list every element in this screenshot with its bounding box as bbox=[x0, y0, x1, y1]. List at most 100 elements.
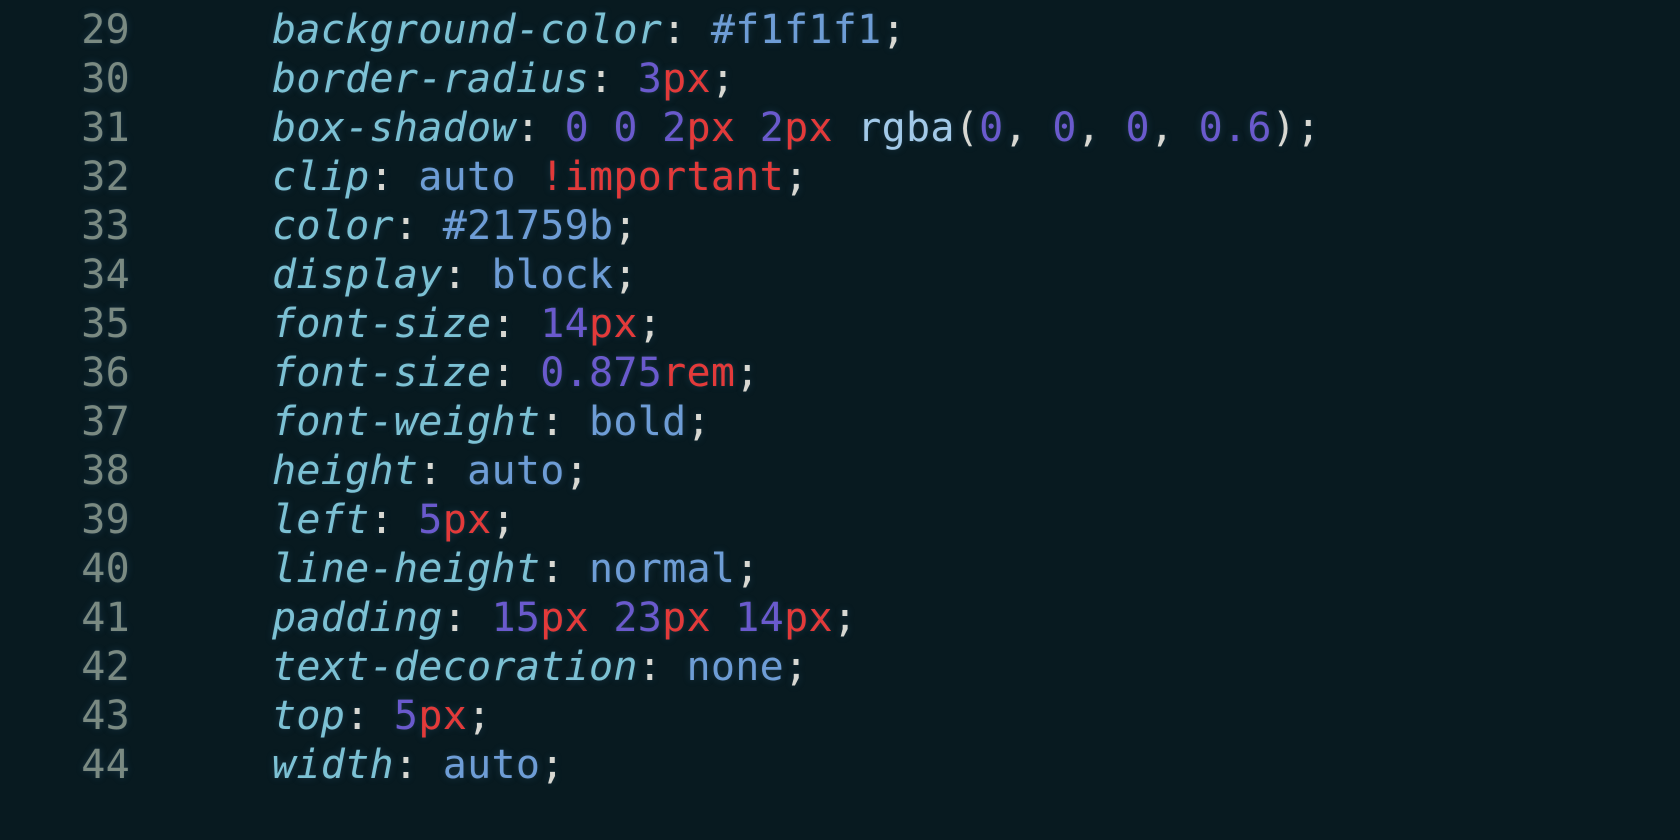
code-content[interactable]: display: block; bbox=[160, 251, 638, 300]
code-line[interactable]: 36font-size: 0.875rem; bbox=[0, 349, 1680, 398]
code-content[interactable]: text-decoration: none; bbox=[160, 643, 808, 692]
code-content[interactable]: padding: 15px 23px 14px; bbox=[160, 594, 857, 643]
token-num: 0.875 bbox=[540, 350, 662, 396]
token-prop: top bbox=[272, 693, 345, 739]
line-number: 38 bbox=[0, 447, 160, 496]
token-prop: color bbox=[272, 203, 394, 249]
line-number: 44 bbox=[0, 741, 160, 790]
code-line[interactable]: 32clip: auto !important; bbox=[0, 153, 1680, 202]
token-colon: : bbox=[370, 154, 419, 200]
code-line[interactable]: 29background-color: #f1f1f1; bbox=[0, 6, 1680, 55]
token-prop: display bbox=[272, 252, 443, 298]
code-line[interactable]: 33color: #21759b; bbox=[0, 202, 1680, 251]
code-line[interactable]: 34display: block; bbox=[0, 251, 1680, 300]
token-val: auto bbox=[467, 448, 565, 494]
token-unit: px bbox=[662, 595, 711, 641]
code-content[interactable]: width: auto; bbox=[160, 741, 565, 790]
code-content[interactable]: color: #21759b; bbox=[160, 202, 638, 251]
line-number: 40 bbox=[0, 545, 160, 594]
token-prop: text-decoration bbox=[272, 644, 638, 690]
code-content[interactable]: clip: auto !important; bbox=[160, 153, 808, 202]
token-func: rgba bbox=[857, 105, 955, 151]
token-prop: width bbox=[272, 742, 394, 788]
token-semi: ; bbox=[565, 448, 589, 494]
token-num: 5 bbox=[394, 693, 418, 739]
token-semi: ; bbox=[1296, 105, 1320, 151]
token-unit: px bbox=[662, 56, 711, 102]
line-number: 35 bbox=[0, 300, 160, 349]
code-content[interactable]: border-radius: 3px; bbox=[160, 55, 735, 104]
token-punc bbox=[589, 595, 613, 641]
code-editor[interactable]: 29background-color: #f1f1f1;30border-rad… bbox=[0, 0, 1680, 790]
code-line[interactable]: 44width: auto; bbox=[0, 741, 1680, 790]
code-content[interactable]: height: auto; bbox=[160, 447, 589, 496]
code-line[interactable]: 38height: auto; bbox=[0, 447, 1680, 496]
token-num: 23 bbox=[613, 595, 662, 641]
code-line[interactable]: 43top: 5px; bbox=[0, 692, 1680, 741]
token-colon: : bbox=[394, 203, 443, 249]
token-val: #f1f1f1 bbox=[711, 7, 882, 53]
token-num: 14 bbox=[540, 301, 589, 347]
token-punc bbox=[735, 105, 759, 151]
token-semi: ; bbox=[784, 644, 808, 690]
code-line[interactable]: 31box-shadow: 0 0 2px 2px rgba(0, 0, 0, … bbox=[0, 104, 1680, 153]
line-number: 29 bbox=[0, 6, 160, 55]
token-colon: : bbox=[638, 644, 687, 690]
token-punc: , bbox=[1004, 105, 1053, 151]
code-line[interactable]: 30border-radius: 3px; bbox=[0, 55, 1680, 104]
token-punc: ( bbox=[955, 105, 979, 151]
token-num: 15 bbox=[491, 595, 540, 641]
token-colon: : bbox=[394, 742, 443, 788]
token-punc bbox=[833, 105, 857, 151]
token-punc bbox=[589, 105, 613, 151]
code-line[interactable]: 40line-height: normal; bbox=[0, 545, 1680, 594]
token-prop: font-size bbox=[272, 301, 491, 347]
token-semi: ; bbox=[735, 546, 759, 592]
token-semi: ; bbox=[540, 742, 564, 788]
token-prop: font-size bbox=[272, 350, 491, 396]
code-content[interactable]: font-size: 14px; bbox=[160, 300, 662, 349]
token-val: auto bbox=[443, 742, 541, 788]
token-num: 0 bbox=[565, 105, 589, 151]
code-content[interactable]: top: 5px; bbox=[160, 692, 491, 741]
token-num: 2 bbox=[760, 105, 784, 151]
code-content[interactable]: font-weight: bold; bbox=[160, 398, 711, 447]
code-content[interactable]: box-shadow: 0 0 2px 2px rgba(0, 0, 0, 0.… bbox=[160, 104, 1321, 153]
token-num: 0 bbox=[613, 105, 637, 151]
token-punc bbox=[638, 105, 662, 151]
token-unit: px bbox=[418, 693, 467, 739]
code-line[interactable]: 42text-decoration: none; bbox=[0, 643, 1680, 692]
token-colon: : bbox=[443, 252, 492, 298]
code-content[interactable]: line-height: normal; bbox=[160, 545, 760, 594]
token-unit: rem bbox=[662, 350, 735, 396]
token-prop: padding bbox=[272, 595, 443, 641]
line-number: 43 bbox=[0, 692, 160, 741]
line-number: 36 bbox=[0, 349, 160, 398]
token-num: 5 bbox=[418, 497, 442, 543]
code-line[interactable]: 35font-size: 14px; bbox=[0, 300, 1680, 349]
code-line[interactable]: 41padding: 15px 23px 14px; bbox=[0, 594, 1680, 643]
line-number: 33 bbox=[0, 202, 160, 251]
token-unit: px bbox=[784, 105, 833, 151]
line-number: 42 bbox=[0, 643, 160, 692]
token-colon: : bbox=[418, 448, 467, 494]
code-line[interactable]: 39left: 5px; bbox=[0, 496, 1680, 545]
token-val: #21759b bbox=[443, 203, 614, 249]
code-content[interactable]: font-size: 0.875rem; bbox=[160, 349, 760, 398]
code-content[interactable]: background-color: #f1f1f1; bbox=[160, 6, 906, 55]
token-colon: : bbox=[491, 301, 540, 347]
token-colon: : bbox=[589, 56, 638, 102]
token-semi: ; bbox=[735, 350, 759, 396]
token-punc: ) bbox=[1272, 105, 1296, 151]
code-line[interactable]: 37font-weight: bold; bbox=[0, 398, 1680, 447]
token-num: 0 bbox=[1052, 105, 1076, 151]
token-punc: , bbox=[1150, 105, 1199, 151]
token-prop: background-color bbox=[272, 7, 662, 53]
token-important: !important bbox=[540, 154, 784, 200]
code-content[interactable]: left: 5px; bbox=[160, 496, 516, 545]
token-unit: px bbox=[784, 595, 833, 641]
token-prop: clip bbox=[272, 154, 370, 200]
token-colon: : bbox=[370, 497, 419, 543]
line-number: 37 bbox=[0, 398, 160, 447]
token-val: none bbox=[687, 644, 785, 690]
